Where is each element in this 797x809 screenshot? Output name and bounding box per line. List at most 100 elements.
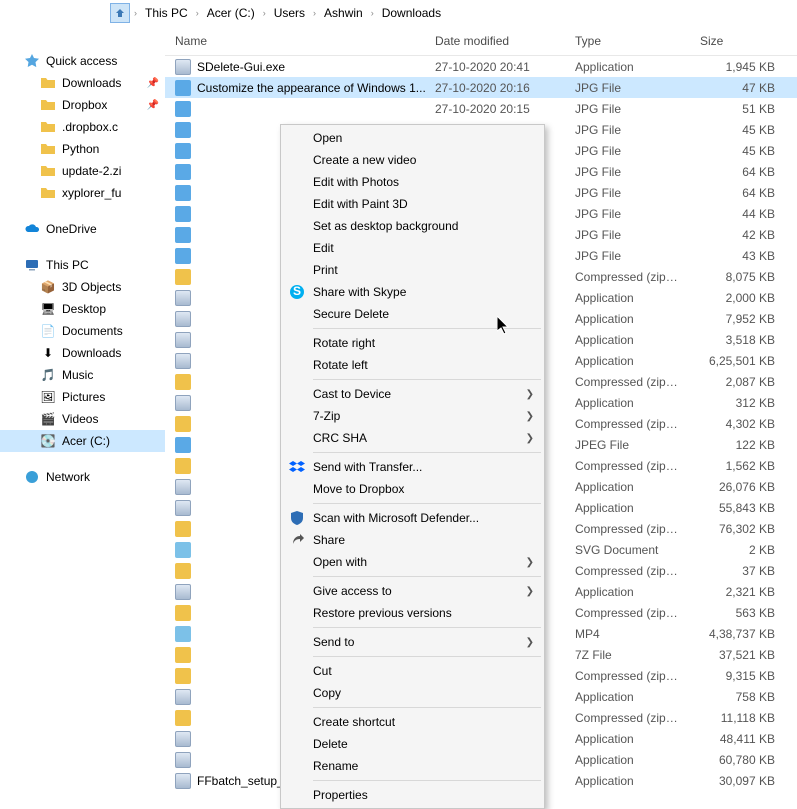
sidebar-item[interactable]: 🎵Music bbox=[0, 364, 165, 386]
menu-item[interactable]: Cast to Device❯ bbox=[283, 383, 542, 405]
menu-item[interactable]: Create a new video bbox=[283, 149, 542, 171]
menu-item[interactable]: Give access to❯ bbox=[283, 580, 542, 602]
sidebar-this-pc[interactable]: This PC bbox=[0, 254, 165, 276]
file-icon bbox=[175, 311, 191, 327]
sidebar-item[interactable]: Python bbox=[0, 138, 165, 160]
sidebar-item-label: Python bbox=[62, 142, 99, 156]
sidebar-network[interactable]: Network bbox=[0, 466, 165, 488]
menu-item-label: Copy bbox=[313, 686, 534, 700]
sidebar-item[interactable]: 💽Acer (C:) bbox=[0, 430, 165, 452]
shield-icon bbox=[289, 510, 305, 526]
sidebar-onedrive[interactable]: OneDrive bbox=[0, 218, 165, 240]
chevron-right-icon: ❯ bbox=[526, 637, 534, 648]
file-icon bbox=[175, 710, 191, 726]
device-icon: 📦 bbox=[40, 279, 56, 295]
file-type: MP4 bbox=[565, 627, 690, 641]
network-icon bbox=[24, 469, 40, 485]
sidebar-item[interactable]: 🎬Videos bbox=[0, 408, 165, 430]
sidebar-quick-access[interactable]: Quick access bbox=[0, 50, 165, 72]
chevron-right-icon: ❯ bbox=[526, 586, 534, 597]
menu-item[interactable]: CRC SHA❯ bbox=[283, 427, 542, 449]
breadcrumb-item[interactable]: Downloads bbox=[378, 4, 445, 22]
menu-item[interactable]: Rotate right bbox=[283, 332, 542, 354]
file-size: 122 KB bbox=[690, 438, 797, 452]
file-size: 76,302 KB bbox=[690, 522, 797, 536]
menu-item[interactable]: Delete bbox=[283, 733, 542, 755]
breadcrumb[interactable]: › This PC›Acer (C:)›Users›Ashwin›Downloa… bbox=[0, 0, 797, 26]
menu-item[interactable]: Set as desktop background bbox=[283, 215, 542, 237]
menu-item[interactable]: Cut bbox=[283, 660, 542, 682]
file-type: Application bbox=[565, 501, 690, 515]
menu-item-label: Share bbox=[313, 533, 534, 547]
menu-item[interactable]: Edit with Paint 3D bbox=[283, 193, 542, 215]
col-type[interactable]: Type bbox=[565, 34, 690, 48]
file-size: 9,315 KB bbox=[690, 669, 797, 683]
menu-separator bbox=[313, 627, 541, 628]
file-icon bbox=[175, 773, 191, 789]
file-row[interactable]: SDelete-Gui.exe27-10-2020 20:41Applicati… bbox=[165, 56, 797, 77]
sidebar-item[interactable]: 🖼Pictures bbox=[0, 386, 165, 408]
sidebar-item[interactable]: 📄Documents bbox=[0, 320, 165, 342]
menu-item[interactable]: Send to❯ bbox=[283, 631, 542, 653]
column-headers[interactable]: Name Date modified Type Size bbox=[165, 26, 797, 56]
file-list-pane: Name Date modified Type Size SDelete-Gui… bbox=[165, 26, 797, 793]
file-row[interactable]: 27-10-2020 20:15JPG File51 KB bbox=[165, 98, 797, 119]
breadcrumb-item[interactable]: Users bbox=[270, 4, 309, 22]
sidebar-item[interactable]: 🖥Desktop bbox=[0, 298, 165, 320]
file-type: JPG File bbox=[565, 249, 690, 263]
file-icon bbox=[175, 290, 191, 306]
menu-item[interactable]: Open with❯ bbox=[283, 551, 542, 573]
menu-item[interactable]: Copy bbox=[283, 682, 542, 704]
menu-item[interactable]: Rotate left bbox=[283, 354, 542, 376]
breadcrumb-item[interactable]: This PC bbox=[141, 4, 192, 22]
file-type: Application bbox=[565, 753, 690, 767]
col-size[interactable]: Size bbox=[690, 34, 797, 48]
up-arrow-button[interactable] bbox=[110, 3, 130, 23]
pin-icon: 📌 bbox=[147, 100, 159, 111]
menu-item[interactable]: Properties bbox=[283, 784, 542, 806]
menu-item[interactable]: Restore previous versions bbox=[283, 602, 542, 624]
menu-item[interactable]: Edit with Photos bbox=[283, 171, 542, 193]
sidebar-item[interactable]: .dropbox.c bbox=[0, 116, 165, 138]
menu-item[interactable]: Send with Transfer... bbox=[283, 456, 542, 478]
menu-item[interactable]: Move to Dropbox bbox=[283, 478, 542, 500]
sidebar-item[interactable]: Dropbox📌 bbox=[0, 94, 165, 116]
file-type: JPG File bbox=[565, 144, 690, 158]
menu-item-label: Restore previous versions bbox=[313, 606, 534, 620]
breadcrumb-item[interactable]: Ashwin bbox=[320, 4, 367, 22]
file-name: Customize the appearance of Windows 1... bbox=[197, 81, 425, 95]
menu-item-label: Create a new video bbox=[313, 153, 534, 167]
file-size: 758 KB bbox=[690, 690, 797, 704]
menu-item[interactable]: Create shortcut bbox=[283, 711, 542, 733]
menu-separator bbox=[313, 707, 541, 708]
sidebar-item[interactable]: update-2.zi bbox=[0, 160, 165, 182]
menu-item-label: Rotate left bbox=[313, 358, 534, 372]
menu-item-label: Edit bbox=[313, 241, 534, 255]
menu-item[interactable]: Scan with Microsoft Defender... bbox=[283, 507, 542, 529]
sidebar-item[interactable]: 📦3D Objects bbox=[0, 276, 165, 298]
menu-item-label: Move to Dropbox bbox=[313, 482, 534, 496]
sidebar-item[interactable]: xyplorer_fu bbox=[0, 182, 165, 204]
menu-item[interactable]: Edit bbox=[283, 237, 542, 259]
share-icon bbox=[289, 532, 305, 548]
file-icon bbox=[175, 269, 191, 285]
menu-item[interactable]: Share bbox=[283, 529, 542, 551]
menu-item[interactable]: SShare with Skype bbox=[283, 281, 542, 303]
sidebar-item[interactable]: Downloads📌 bbox=[0, 72, 165, 94]
menu-item[interactable]: Open bbox=[283, 127, 542, 149]
col-date[interactable]: Date modified bbox=[425, 34, 565, 48]
file-size: 2,321 KB bbox=[690, 585, 797, 599]
menu-item[interactable]: Rename bbox=[283, 755, 542, 777]
col-name[interactable]: Name bbox=[165, 34, 425, 48]
menu-separator bbox=[313, 656, 541, 657]
menu-item-label: Rename bbox=[313, 759, 534, 773]
file-name: SDelete-Gui.exe bbox=[197, 60, 285, 74]
menu-item[interactable]: Secure Delete bbox=[283, 303, 542, 325]
file-row[interactable]: Customize the appearance of Windows 1...… bbox=[165, 77, 797, 98]
sidebar-item[interactable]: ⬇Downloads bbox=[0, 342, 165, 364]
breadcrumb-item[interactable]: Acer (C:) bbox=[203, 4, 259, 22]
menu-item[interactable]: Print bbox=[283, 259, 542, 281]
menu-item-label: CRC SHA bbox=[313, 431, 526, 445]
menu-item[interactable]: 7-Zip❯ bbox=[283, 405, 542, 427]
menu-item-label: Edit with Photos bbox=[313, 175, 534, 189]
